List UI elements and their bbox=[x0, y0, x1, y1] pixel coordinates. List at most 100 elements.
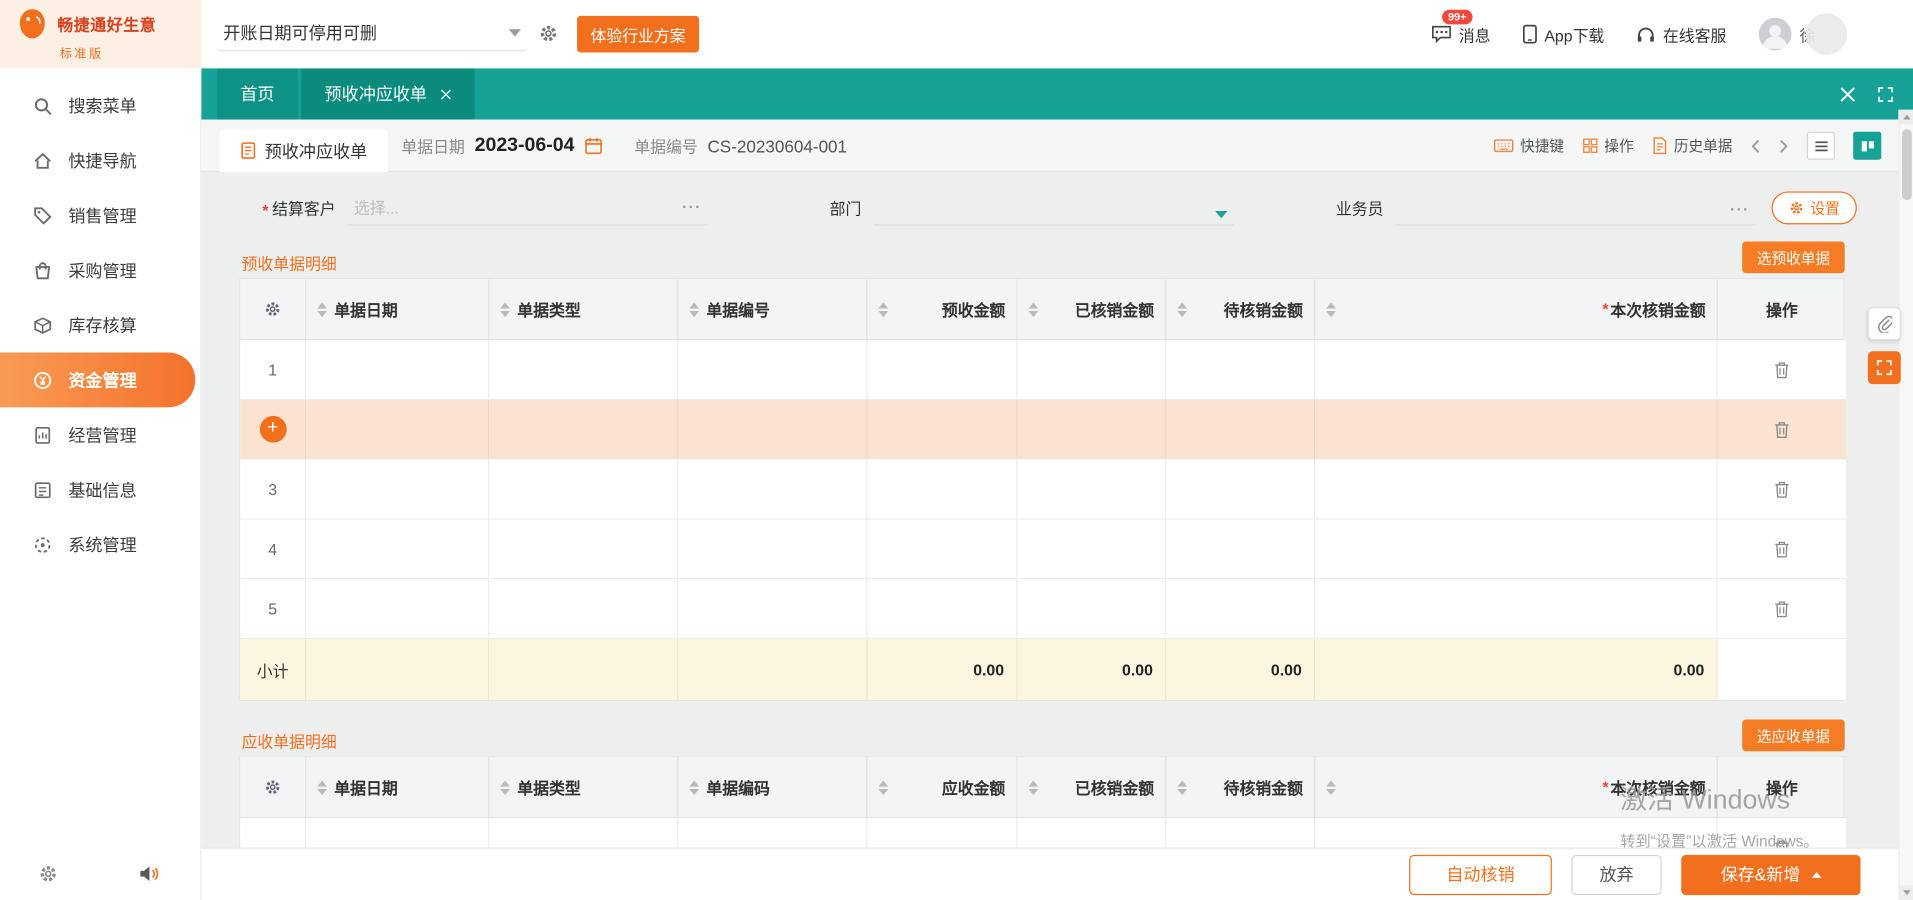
scrollbar[interactable] bbox=[1898, 110, 1913, 900]
customer-input[interactable]: 选择... ··· bbox=[348, 195, 708, 225]
delete-row-button[interactable] bbox=[1774, 599, 1790, 617]
document-tab[interactable]: 预收冲应收单 bbox=[220, 129, 388, 172]
table-cell[interactable] bbox=[1315, 460, 1718, 519]
attachment-button[interactable] bbox=[1868, 307, 1901, 340]
scroll-down-button[interactable] bbox=[1900, 885, 1913, 900]
sort-icon[interactable] bbox=[500, 302, 510, 317]
col-settled-amount[interactable]: 已核销金额 bbox=[1018, 279, 1167, 339]
table-cell[interactable] bbox=[489, 520, 678, 579]
sidebar-item-purchase[interactable]: 采购管理 bbox=[0, 243, 200, 298]
table-cell[interactable] bbox=[867, 818, 1017, 847]
table-cell[interactable] bbox=[489, 340, 678, 399]
sidebar-item-basic-info[interactable]: 基础信息 bbox=[0, 462, 200, 517]
table-cell[interactable] bbox=[1166, 400, 1315, 459]
table-cell[interactable] bbox=[678, 579, 867, 638]
table-cell[interactable] bbox=[1315, 818, 1718, 847]
table-cell[interactable] bbox=[489, 579, 678, 638]
table-cell[interactable] bbox=[1166, 520, 1315, 579]
delete-row-button[interactable] bbox=[1774, 480, 1790, 498]
table-cell[interactable] bbox=[1315, 579, 1718, 638]
table-cell[interactable] bbox=[1166, 340, 1315, 399]
sidebar-item-sales[interactable]: 销售管理 bbox=[0, 188, 200, 243]
table-cell[interactable] bbox=[306, 579, 489, 638]
salesman-input[interactable]: ··· bbox=[1396, 200, 1756, 226]
sidebar-item-inventory[interactable]: 库存核算 bbox=[0, 298, 200, 353]
sidebar-item-funds[interactable]: 资金管理 bbox=[0, 352, 195, 407]
online-service-button[interactable]: 在线客服 bbox=[1636, 23, 1726, 46]
select-receivable-docs-button[interactable]: 选应收单据 bbox=[1742, 720, 1845, 752]
table-cell[interactable] bbox=[306, 520, 489, 579]
table-cell[interactable] bbox=[1166, 460, 1315, 519]
add-row-button[interactable]: + bbox=[259, 416, 286, 443]
scrollbar-thumb[interactable] bbox=[1902, 129, 1912, 200]
table-cell[interactable] bbox=[1018, 460, 1167, 519]
col-settled-amount[interactable]: 已核销金额 bbox=[1018, 757, 1167, 817]
col-doc-date[interactable]: 单据日期 bbox=[306, 279, 489, 339]
table-cell[interactable] bbox=[1315, 520, 1718, 579]
tab-home[interactable]: 首页 bbox=[217, 68, 298, 119]
table-cell[interactable] bbox=[1166, 579, 1315, 638]
table-cell[interactable] bbox=[489, 460, 678, 519]
table-cell[interactable] bbox=[1018, 579, 1167, 638]
user-menu[interactable]: 徐 bbox=[1758, 13, 1847, 54]
sort-icon[interactable] bbox=[689, 780, 699, 795]
sidebar-item-quick-nav[interactable]: 快捷导航 bbox=[0, 133, 200, 188]
doc-date-value[interactable]: 2023-06-04 bbox=[475, 135, 575, 157]
auto-settle-button[interactable]: 自动核销 bbox=[1409, 854, 1552, 894]
department-select[interactable] bbox=[874, 211, 1234, 226]
announcement-volume-icon[interactable] bbox=[139, 863, 160, 883]
scroll-up-button[interactable] bbox=[1900, 110, 1913, 125]
sidebar-item-system[interactable]: 系统管理 bbox=[0, 517, 200, 572]
col-pending-amount[interactable]: 待核销金额 bbox=[1166, 757, 1315, 817]
table-cell[interactable] bbox=[867, 579, 1017, 638]
table-cell[interactable] bbox=[678, 520, 867, 579]
table-cell[interactable] bbox=[867, 520, 1017, 579]
col-doc-type[interactable]: 单据类型 bbox=[489, 757, 678, 817]
table-cell[interactable] bbox=[678, 460, 867, 519]
sort-icon[interactable] bbox=[1028, 780, 1038, 795]
table-cell[interactable] bbox=[1166, 818, 1315, 847]
table-cell[interactable] bbox=[489, 400, 678, 459]
account-set-dropdown[interactable]: 开账日期可停用可删 bbox=[218, 15, 525, 52]
col-doc-code[interactable]: 单据编码 bbox=[678, 757, 867, 817]
shortcut-keys-button[interactable]: 快捷键 bbox=[1493, 135, 1564, 156]
trial-plan-button[interactable]: 体验行业方案 bbox=[577, 16, 699, 53]
table-cell[interactable] bbox=[678, 400, 867, 459]
sort-icon[interactable] bbox=[878, 302, 888, 317]
col-current-settle-amount[interactable]: *本次核销金额 bbox=[1315, 279, 1718, 339]
sort-icon[interactable] bbox=[1177, 780, 1187, 795]
close-all-tabs-icon[interactable] bbox=[1840, 86, 1856, 102]
kanban-view-toggle[interactable] bbox=[1853, 132, 1881, 160]
calendar-icon[interactable] bbox=[584, 137, 602, 155]
fullscreen-icon[interactable] bbox=[1878, 86, 1894, 102]
col-receivable-amount[interactable]: 应收金额 bbox=[867, 757, 1017, 817]
expand-panel-button[interactable] bbox=[1868, 351, 1901, 384]
brand-logo-block[interactable]: 畅捷通好生意 标准版 bbox=[0, 0, 201, 68]
col-prepaid-amount[interactable]: 预收金额 bbox=[867, 279, 1017, 339]
next-doc-chevron-icon[interactable] bbox=[1779, 138, 1789, 153]
sort-icon[interactable] bbox=[689, 302, 699, 317]
table-cell[interactable] bbox=[306, 400, 489, 459]
table-cell[interactable] bbox=[1315, 340, 1718, 399]
table-cell[interactable] bbox=[489, 818, 678, 847]
sidebar-settings-gear-icon[interactable] bbox=[38, 863, 59, 884]
list-view-toggle[interactable] bbox=[1807, 132, 1835, 160]
col-doc-no[interactable]: 单据编号 bbox=[678, 279, 867, 339]
col-pending-amount[interactable]: 待核销金额 bbox=[1166, 279, 1315, 339]
table-cell[interactable] bbox=[306, 818, 489, 847]
column-settings-gear-icon[interactable] bbox=[264, 300, 282, 318]
table-cell[interactable] bbox=[1315, 400, 1718, 459]
salesman-picker-icon[interactable]: ··· bbox=[1730, 200, 1750, 218]
delete-row-button[interactable] bbox=[1774, 420, 1790, 438]
sort-icon[interactable] bbox=[1028, 302, 1038, 317]
sort-icon[interactable] bbox=[500, 780, 510, 795]
col-current-settle-amount[interactable]: *本次核销金额 bbox=[1315, 757, 1718, 817]
table-cell[interactable] bbox=[867, 400, 1017, 459]
messages-button[interactable]: 99+ 消息 bbox=[1431, 23, 1491, 46]
col-doc-type[interactable]: 单据类型 bbox=[489, 279, 678, 339]
delete-row-button[interactable] bbox=[1774, 839, 1790, 848]
table-cell[interactable] bbox=[1018, 400, 1167, 459]
sort-icon[interactable] bbox=[317, 302, 327, 317]
delete-row-button[interactable] bbox=[1774, 360, 1790, 378]
sort-icon[interactable] bbox=[1326, 780, 1336, 795]
